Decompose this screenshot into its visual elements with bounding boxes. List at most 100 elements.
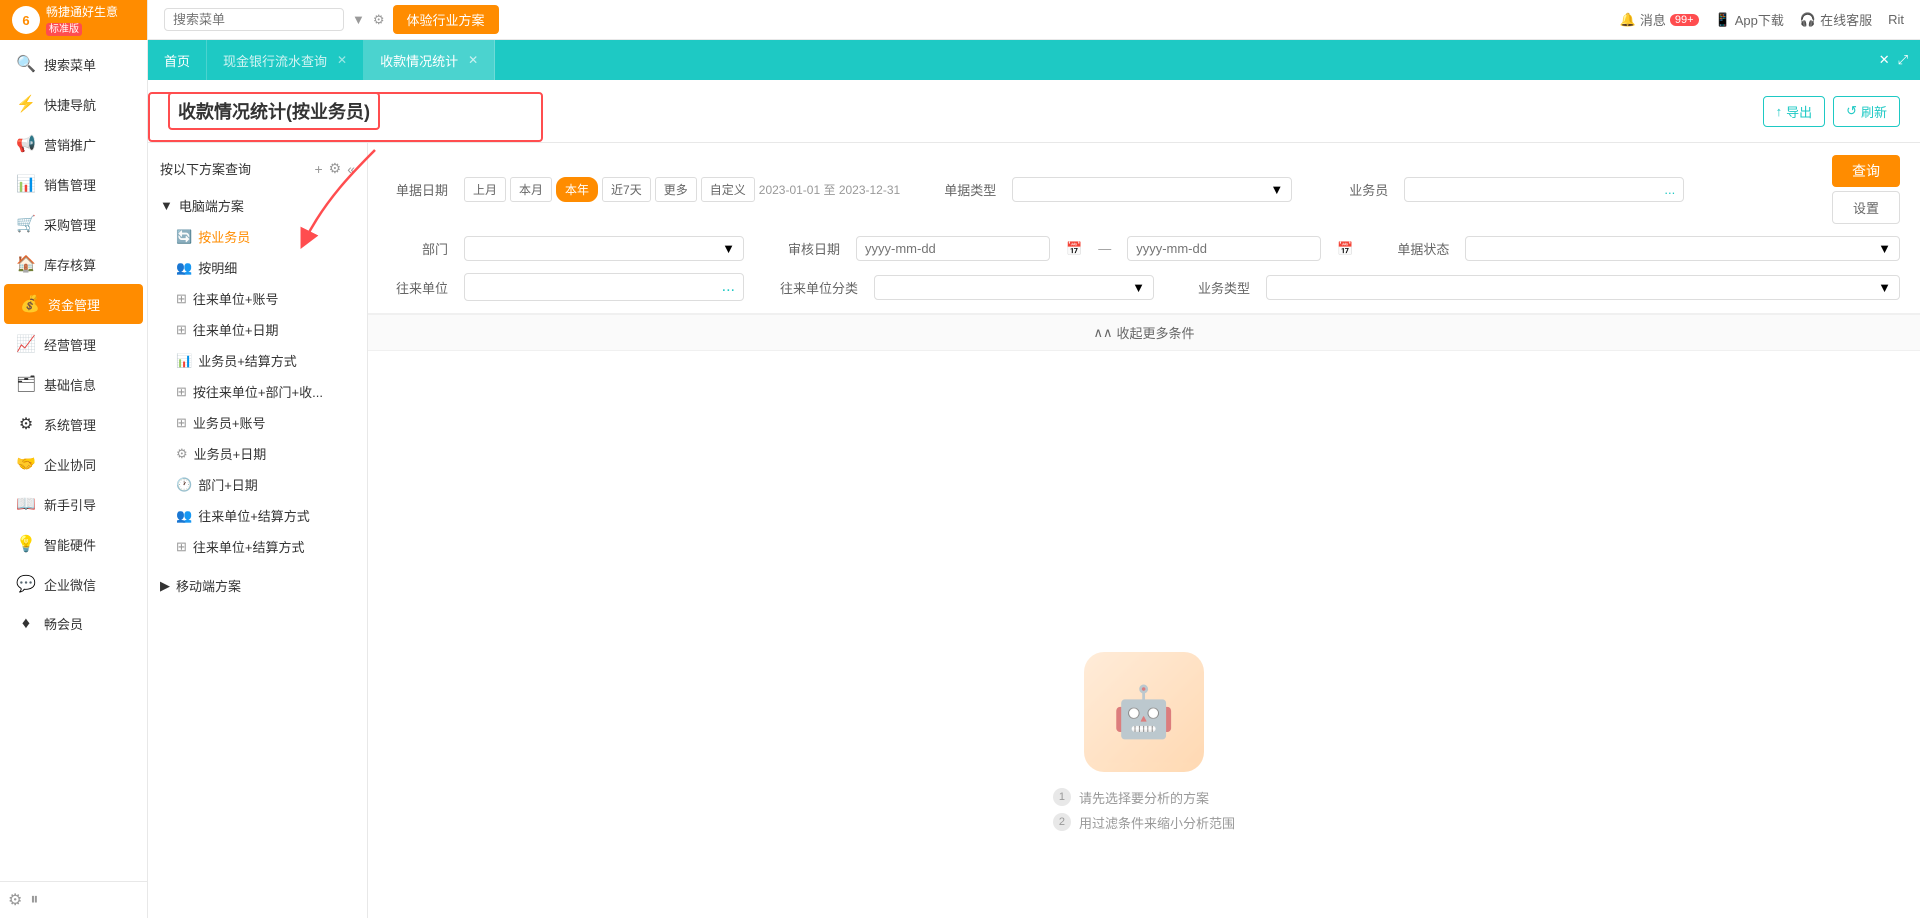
salesperson-select[interactable]: ... xyxy=(1404,177,1684,202)
guide-icon: 📖 xyxy=(16,494,36,514)
tree-item-by-salesperson[interactable]: 🔄 按业务员 xyxy=(148,221,367,252)
date-label: 单据日期 xyxy=(388,180,448,199)
settings-scheme-btn[interactable]: ⚙ xyxy=(329,160,342,177)
tree-item-salesperson-date[interactable]: ⚙ 业务员+日期 xyxy=(148,438,367,469)
tab-maximize-icon[interactable]: ⤢ xyxy=(1898,52,1908,68)
sales-icon: 📊 xyxy=(16,174,36,194)
add-scheme-btn[interactable]: + xyxy=(314,161,322,177)
sidebar-item-guide[interactable]: 📖 新手引导 xyxy=(0,484,147,524)
sidebar-item-label: 搜索菜单 xyxy=(44,55,96,74)
sidebar-item-label: 畅会员 xyxy=(44,614,83,633)
tree-item-label: 按往来单位+部门+收... xyxy=(193,382,323,401)
tree-item-partner-settlement2[interactable]: ⊞ 往来单位+结算方式 xyxy=(148,531,367,562)
tab-cashflow[interactable]: 现金银行流水查询 ✕ xyxy=(207,40,364,80)
tree-item-by-detail[interactable]: 👥 按明细 xyxy=(148,252,367,283)
date-btn-last-month[interactable]: 上月 xyxy=(464,177,506,202)
collapse-bar[interactable]: ∧∧ 收起更多条件 xyxy=(368,314,1920,351)
sidebar-item-collab[interactable]: 🤝 企业协同 xyxy=(0,444,147,484)
sidebar-item-label: 资金管理 xyxy=(48,295,100,314)
query-btn[interactable]: 查询 xyxy=(1832,155,1900,187)
notification-btn[interactable]: 🔔 消息 99+ xyxy=(1620,10,1699,29)
calendar-from-icon[interactable]: 📅 xyxy=(1066,241,1082,257)
sidebar-item-marketing[interactable]: 📢 营销推广 xyxy=(0,124,147,164)
tree-item-salesperson-settlement[interactable]: 📊 业务员+结算方式 xyxy=(148,345,367,376)
receipts-tab-close[interactable]: ✕ xyxy=(468,53,478,67)
collapse-panel-btn[interactable]: « xyxy=(347,161,355,177)
review-date-to[interactable] xyxy=(1127,236,1321,261)
cashflow-tab-close[interactable]: ✕ xyxy=(337,53,347,67)
tree-section-desktop: ▼ 电脑端方案 🔄 按业务员 👥 按明细 ⊞ 往来单位+账号 ⊞ 往来单 xyxy=(148,186,367,566)
settings-footer-icon[interactable]: ⚙ xyxy=(8,890,22,910)
tree-expand-icon-mobile: ▶ xyxy=(160,578,170,594)
online-service-btn[interactable]: 🎧 在线客服 xyxy=(1800,10,1872,29)
tree-item-label: 往来单位+账号 xyxy=(193,289,279,308)
date-btn-more[interactable]: 更多 xyxy=(655,177,697,202)
tree-item-label: 往来单位+日期 xyxy=(193,320,279,339)
sidebar-item-inventory[interactable]: 🏠 库存核算 xyxy=(0,244,147,284)
sidebar-item-operations[interactable]: 📈 经营管理 xyxy=(0,324,147,364)
sidebar-item-funds[interactable]: 💰 资金管理 xyxy=(4,284,143,324)
topbar-settings-icon[interactable]: ⚙ xyxy=(373,12,385,28)
date-btn-this-month[interactable]: 本月 xyxy=(510,177,552,202)
filter-row-3: 往来单位 ... 往来单位分类 ▼ 业务类型 ▼ xyxy=(388,273,1900,301)
tree-item-partner-date[interactable]: ⊞ 往来单位+日期 xyxy=(148,314,367,345)
review-date-from[interactable] xyxy=(856,236,1050,261)
tree-item-label: 按明细 xyxy=(198,258,237,277)
sidebar-item-search[interactable]: 🔍 搜索菜单 xyxy=(0,44,147,84)
user-name[interactable]: Rit xyxy=(1888,12,1904,27)
sidebar-item-label: 销售管理 xyxy=(44,175,96,194)
tab-home[interactable]: 首页 xyxy=(148,40,207,80)
tree-item-partner-settlement1[interactable]: 👥 往来单位+结算方式 xyxy=(148,500,367,531)
purchase-icon: 🛒 xyxy=(16,214,36,234)
sidebar-item-purchase[interactable]: 🛒 采购管理 xyxy=(0,204,147,244)
tree-item-salesperson-account[interactable]: ⊞ 业务员+账号 xyxy=(148,407,367,438)
dept-select[interactable]: ▼ xyxy=(464,236,744,261)
tab-close-icon[interactable]: ✕ xyxy=(1879,52,1890,68)
sidebar-item-sales[interactable]: 📊 销售管理 xyxy=(0,164,147,204)
service-icon: 🎧 xyxy=(1800,12,1816,28)
sidebar-item-label: 系统管理 xyxy=(44,415,96,434)
tree-section-mobile: ▶ 移动端方案 xyxy=(148,566,367,605)
sidebar-item-weixin[interactable]: 💬 企业微信 xyxy=(0,564,147,604)
notification-badge: 99+ xyxy=(1670,14,1699,26)
doc-type-select[interactable]: ▼ xyxy=(1012,177,1292,202)
left-panel-header: 按以下方案查询 + ⚙ « xyxy=(148,151,367,186)
sidebar-item-quicknav[interactable]: ⚡ 快捷导航 xyxy=(0,84,147,124)
sidebar-item-hardware[interactable]: 💡 智能硬件 xyxy=(0,524,147,564)
partner-category-select[interactable]: ▼ xyxy=(874,275,1154,300)
date-range-text: 2023-01-01 至 2023-12-31 xyxy=(759,181,900,198)
tree-item-label: 业务员+结算方式 xyxy=(198,351,297,370)
tree-section-label-mobile: 移动端方案 xyxy=(176,576,241,595)
tree-item-dept-date[interactable]: 🕐 部门+日期 xyxy=(148,469,367,500)
export-btn[interactable]: ↑ 导出 xyxy=(1763,96,1826,127)
tree-header-mobile[interactable]: ▶ 移动端方案 xyxy=(148,570,367,601)
date-btn-custom[interactable]: 自定义 xyxy=(701,177,755,202)
date-btn-this-year[interactable]: 本年 xyxy=(556,177,598,202)
biz-type-select[interactable]: ▼ xyxy=(1266,275,1900,300)
topbar-search[interactable] xyxy=(164,8,344,31)
calendar-to-icon[interactable]: 📅 xyxy=(1337,241,1353,257)
sidebar-item-member[interactable]: ♦ 畅会员 xyxy=(0,604,147,643)
topbar-dropdown-icon[interactable]: ▼ xyxy=(352,12,365,27)
sidebar-item-system[interactable]: ⚙ 系统管理 xyxy=(0,404,147,444)
setting-btn[interactable]: 设置 xyxy=(1832,191,1900,224)
sidebar-menu-list: 🔍 搜索菜单 ⚡ 快捷导航 📢 营销推广 📊 销售管理 🛒 采购管理 🏠 库存核… xyxy=(0,40,147,881)
date-btn-7days[interactable]: 近7天 xyxy=(602,177,651,202)
tree-item-partner-account[interactable]: ⊞ 往来单位+账号 xyxy=(148,283,367,314)
partner-select[interactable]: ... xyxy=(464,273,744,301)
partner-more-icon[interactable]: ... xyxy=(722,278,735,296)
sidebar-item-basic-info[interactable]: 🗂 基础信息 xyxy=(0,364,147,404)
salesperson-more-icon[interactable]: ... xyxy=(1664,182,1675,197)
trial-btn[interactable]: 体验行业方案 xyxy=(393,5,499,34)
expand-icon[interactable]: ⏸ xyxy=(30,891,38,909)
tree-item-partner-dept[interactable]: ⊞ 按往来单位+部门+收... xyxy=(148,376,367,407)
sidebar-item-label: 基础信息 xyxy=(44,375,96,394)
refresh-btn[interactable]: ↺ 刷新 xyxy=(1833,96,1900,127)
tree-item-icon-salesperson: 🔄 xyxy=(176,229,192,245)
tree-header-desktop[interactable]: ▼ 电脑端方案 xyxy=(148,190,367,221)
app-download-btn[interactable]: 📱 App下载 xyxy=(1715,10,1784,29)
doc-status-select[interactable]: ▼ xyxy=(1465,236,1900,261)
tab-receipts[interactable]: 收款情况统计 ✕ xyxy=(364,40,495,80)
sidebar-item-label: 库存核算 xyxy=(44,255,96,274)
partner-category-label: 往来单位分类 xyxy=(780,278,858,297)
